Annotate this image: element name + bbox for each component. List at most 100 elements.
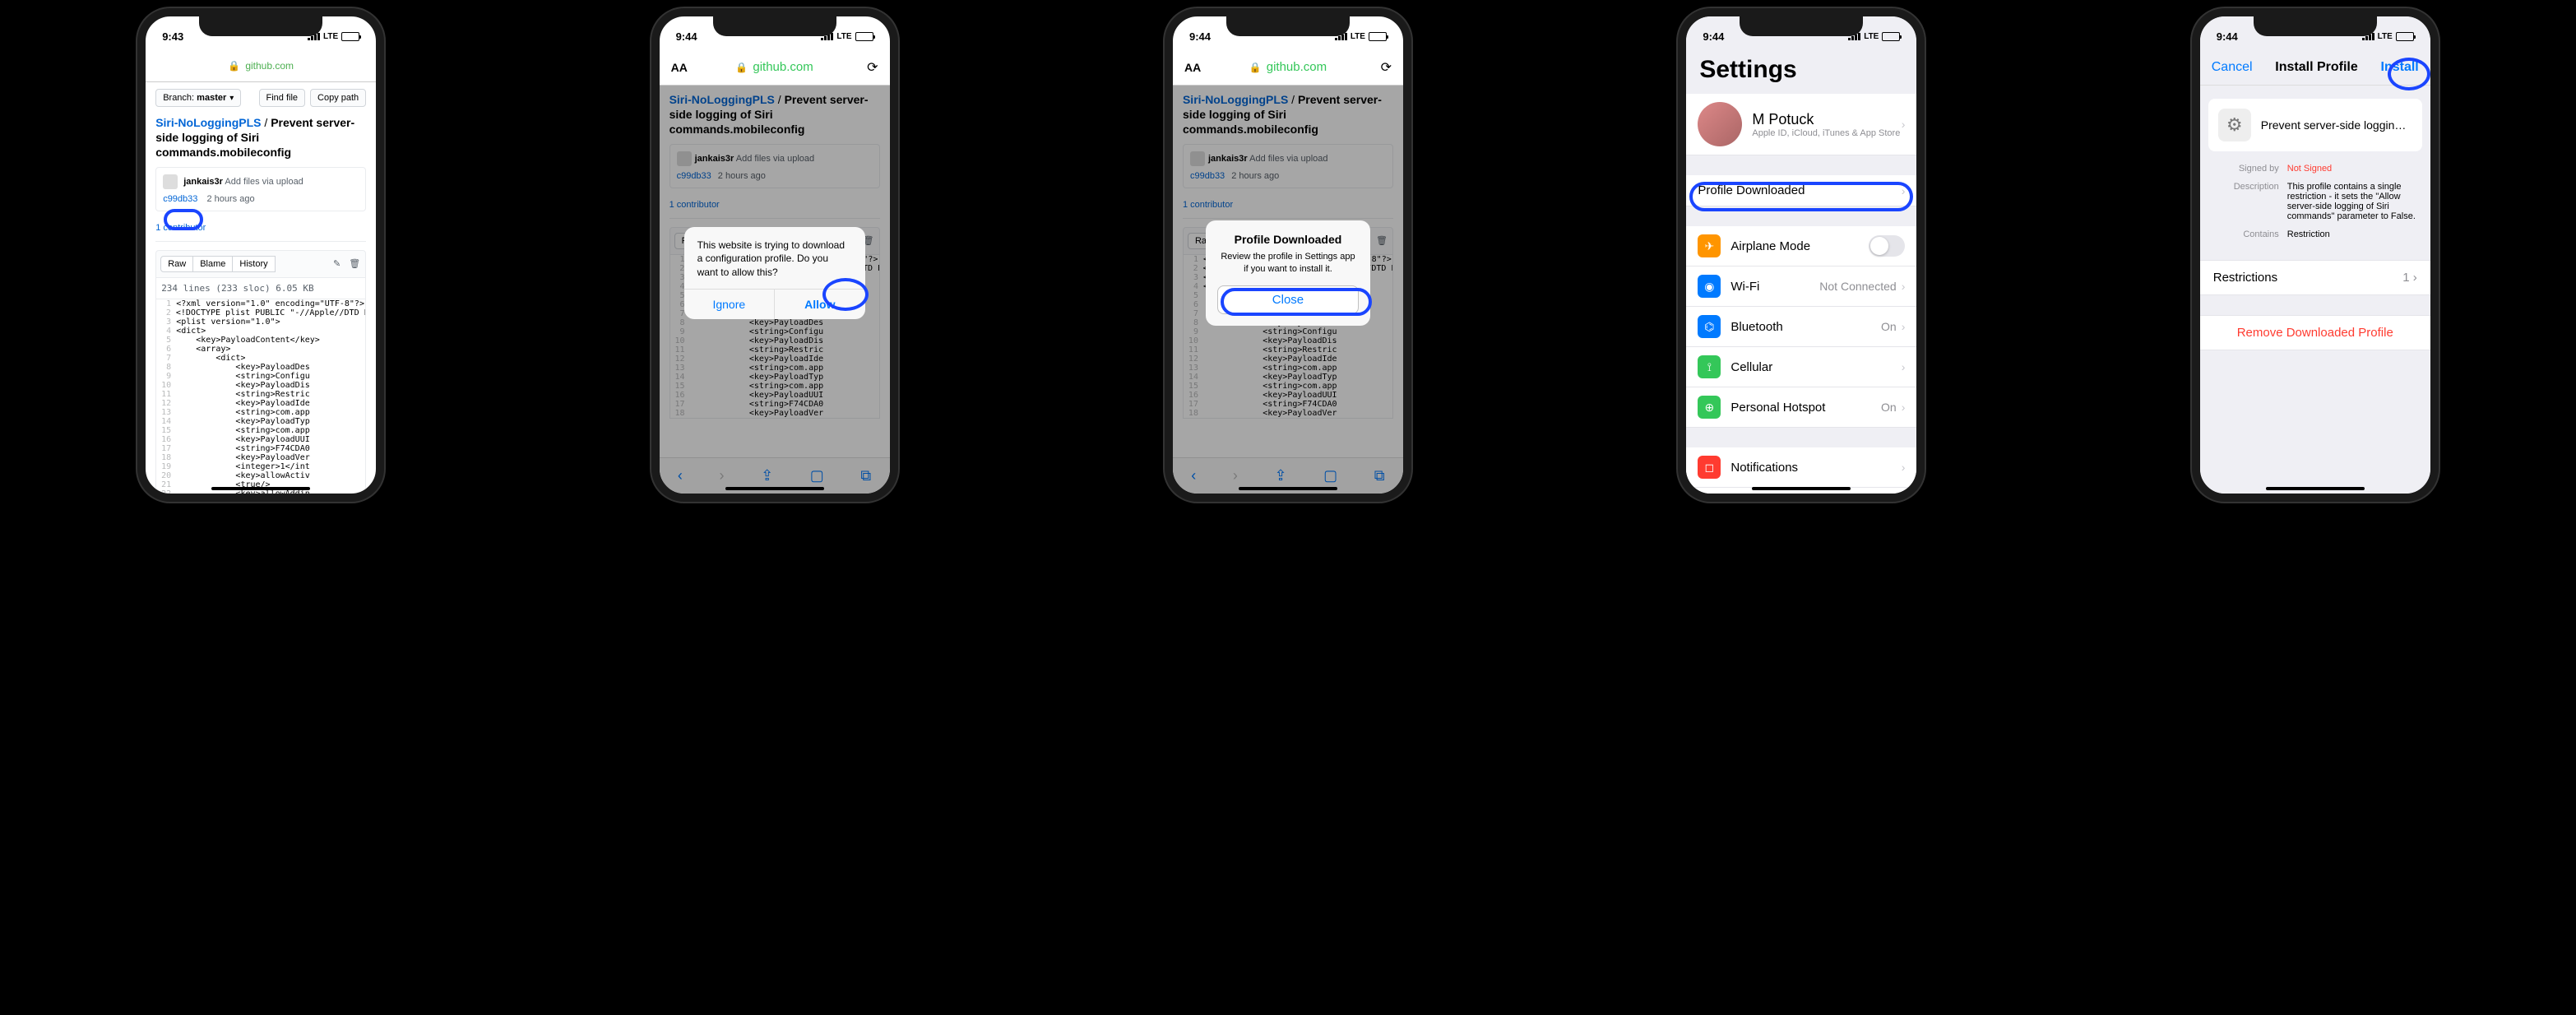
ignore-button[interactable]: Ignore bbox=[684, 290, 775, 319]
code-line: 7 <dict> bbox=[156, 354, 365, 363]
code-line: 4<dict> bbox=[156, 327, 365, 336]
find-file-button[interactable]: Find file bbox=[259, 89, 306, 107]
safari-url-bar[interactable]: AA 🔒 github.com ⟳ bbox=[1173, 49, 1403, 86]
code-line: 2<!DOCTYPE plist PUBLIC "-//Apple//DTD P bbox=[156, 308, 365, 317]
delete-icon[interactable]: 🗑 bbox=[349, 258, 360, 269]
code-line: 6 <array> bbox=[156, 345, 365, 354]
branch-button[interactable]: Branch: master bbox=[155, 89, 241, 107]
clock: 9:44 bbox=[676, 30, 697, 43]
settings-cell-personal-hotspot[interactable]: ⊕ Personal HotspotOn › bbox=[1686, 387, 1916, 428]
modal-overlay: This website is trying to download a con… bbox=[660, 86, 890, 494]
battery-icon bbox=[341, 32, 359, 41]
page-title: Settings bbox=[1686, 49, 1916, 94]
cell-label: Notifications bbox=[1730, 461, 1901, 475]
code-line: 19 <integer>1</int bbox=[156, 462, 365, 471]
close-button[interactable]: Close bbox=[1217, 285, 1359, 314]
code-line: 8 <key>PayloadDes bbox=[156, 363, 365, 372]
chevron-icon: › bbox=[1902, 501, 1906, 502]
notch bbox=[1740, 16, 1863, 36]
home-indicator[interactable] bbox=[2266, 487, 2365, 490]
raw-button[interactable]: Raw bbox=[160, 256, 193, 272]
settings-icon: 🔊 bbox=[1698, 496, 1721, 502]
lock-icon: 🔒 bbox=[1249, 62, 1262, 73]
contains-row: Contains Restriction bbox=[2200, 225, 2430, 243]
file-toolbar: Raw Blame History ✎ 🗑 bbox=[155, 250, 366, 278]
blame-button[interactable]: Blame bbox=[192, 256, 233, 272]
edit-icon[interactable]: ✎ bbox=[333, 258, 341, 269]
home-indicator[interactable] bbox=[211, 487, 310, 490]
contributor-link[interactable]: 1 contributor bbox=[155, 218, 366, 242]
file-info: 234 lines (233 sloc) 6.05 KB bbox=[155, 278, 366, 299]
alert-title: Profile Downloaded bbox=[1219, 232, 1357, 248]
profile-card: ⚙ Prevent server-side logging of Si... bbox=[2208, 99, 2422, 151]
home-indicator[interactable] bbox=[725, 487, 824, 490]
avatar-icon bbox=[1698, 102, 1742, 146]
breadcrumb: Siri-NoLoggingPLS / Prevent server-side … bbox=[155, 115, 366, 160]
code-line: 12 <key>PayloadIde bbox=[156, 399, 365, 408]
cell-value: On bbox=[1881, 401, 1897, 414]
lock-icon: 🔒 bbox=[735, 62, 748, 73]
signed-by-row: Signed by Not Signed bbox=[2200, 160, 2430, 178]
url-text: github.com bbox=[245, 60, 294, 72]
safari-url-bar[interactable]: 🔒 github.com bbox=[146, 49, 376, 82]
commit-hash[interactable]: c99db33 bbox=[163, 194, 197, 204]
chevron-icon: › bbox=[1902, 320, 1906, 333]
install-button[interactable]: Install bbox=[2381, 60, 2419, 75]
apple-id-cell[interactable]: M Potuck Apple ID, iCloud, iTunes & App … bbox=[1686, 94, 1916, 155]
code-line: 22 <key>allowAddin bbox=[156, 489, 365, 498]
commit-time: 2 hours ago bbox=[206, 194, 254, 204]
settings-cell-cellular[interactable]: ⟟Cellular› bbox=[1686, 347, 1916, 387]
reload-icon[interactable]: ⟳ bbox=[1381, 59, 1392, 76]
cell-label: Personal Hotspot bbox=[1730, 401, 1881, 415]
settings-cell-airplane-mode[interactable]: ✈Airplane Mode bbox=[1686, 226, 1916, 266]
code-line: 17 <string>F74CDA0 bbox=[156, 444, 365, 453]
gear-icon: ⚙ bbox=[2218, 109, 2251, 141]
text-size-button[interactable]: AA bbox=[671, 61, 688, 74]
code-view: 1<?xml version="1.0" encoding="UTF-8"?>2… bbox=[155, 299, 366, 499]
phone-4-settings: 9:44LTE Settings M Potuck Apple ID, iClo… bbox=[1678, 8, 1925, 502]
commit-author[interactable]: jankais3r bbox=[183, 176, 223, 186]
commit-message: Add files via upload bbox=[225, 176, 303, 186]
code-line: 15 <string>com.app bbox=[156, 426, 365, 435]
settings-cell-wi-fi[interactable]: ◉Wi-FiNot Connected› bbox=[1686, 266, 1916, 307]
cancel-button[interactable]: Cancel bbox=[2212, 60, 2253, 75]
code-line: 9 <string>Configu bbox=[156, 372, 365, 381]
settings-icon: ⌬ bbox=[1698, 315, 1721, 338]
settings-cell-notifications[interactable]: ◻Notifications› bbox=[1686, 447, 1916, 488]
cell-value: On bbox=[1881, 320, 1897, 333]
description-row: Description This profile contains a sing… bbox=[2200, 178, 2430, 225]
cell-label: Bluetooth bbox=[1730, 320, 1881, 334]
settings-cell-bluetooth[interactable]: ⌬ BluetoothOn › bbox=[1686, 307, 1916, 347]
home-indicator[interactable] bbox=[1752, 487, 1851, 490]
profile-downloaded-cell[interactable]: Profile Downloaded › bbox=[1686, 175, 1916, 206]
code-line: 10 <key>PayloadDis bbox=[156, 381, 365, 390]
reload-icon[interactable]: ⟳ bbox=[867, 59, 878, 76]
phone-3-profile-downloaded: 9:44LTE AA 🔒 github.com ⟳ Siri-NoLogging… bbox=[1165, 8, 1411, 502]
cell-value: Not Connected bbox=[1819, 280, 1896, 293]
commit-box: jankais3r Add files via upload c99db33 2… bbox=[155, 167, 366, 211]
history-button[interactable]: History bbox=[232, 256, 275, 272]
profile-name: Prevent server-side logging of Si... bbox=[2261, 118, 2412, 132]
safari-url-bar[interactable]: AA 🔒 github.com ⟳ bbox=[660, 49, 890, 86]
code-line: 13 <string>com.app bbox=[156, 408, 365, 417]
copy-path-button[interactable]: Copy path bbox=[310, 89, 366, 107]
code-line: 11 <string>Restric bbox=[156, 390, 365, 399]
restrictions-cell[interactable]: Restrictions 1 › bbox=[2200, 260, 2430, 295]
home-indicator[interactable] bbox=[1239, 487, 1337, 490]
allow-button[interactable]: Allow bbox=[774, 290, 865, 319]
chevron-icon: › bbox=[1902, 280, 1906, 293]
code-line: 3<plist version="1.0"> bbox=[156, 317, 365, 327]
notch bbox=[2254, 16, 2377, 36]
alert-message: This website is trying to download a con… bbox=[684, 227, 865, 289]
clock: 9:43 bbox=[162, 30, 183, 43]
text-size-button[interactable]: AA bbox=[1184, 61, 1201, 74]
settings-icon: ⟟ bbox=[1698, 355, 1721, 378]
settings-icon: ⊕ bbox=[1698, 396, 1721, 419]
repo-link[interactable]: Siri-NoLoggingPLS bbox=[155, 116, 261, 129]
toggle-switch[interactable] bbox=[1869, 235, 1905, 257]
alert-message: Review the profile in Settings app if yo… bbox=[1219, 251, 1357, 276]
cell-label: Wi-Fi bbox=[1730, 280, 1819, 294]
remove-profile-button[interactable]: Remove Downloaded Profile bbox=[2200, 315, 2430, 350]
chevron-icon: › bbox=[1902, 401, 1906, 414]
contains-value: Restriction bbox=[2287, 229, 2417, 239]
